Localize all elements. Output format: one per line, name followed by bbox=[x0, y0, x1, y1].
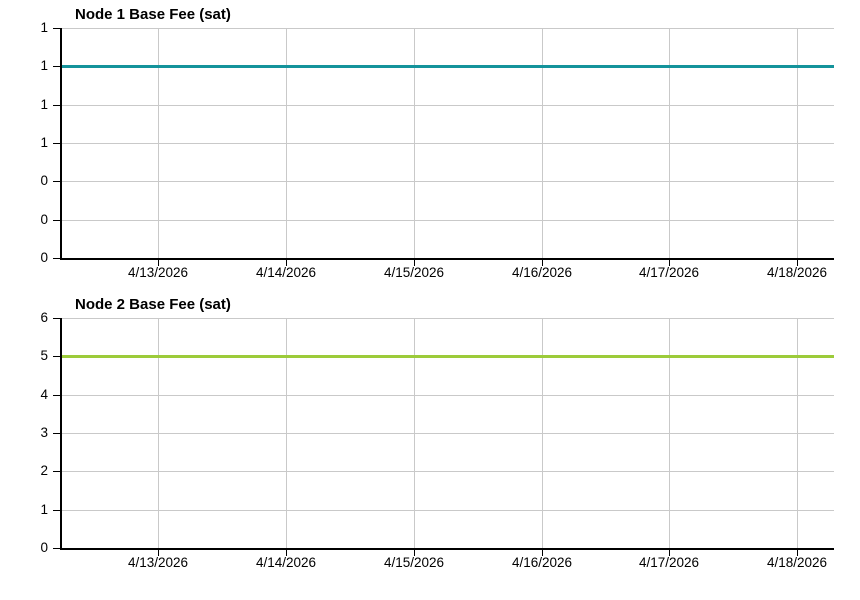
x-tick bbox=[158, 550, 159, 556]
x-gridline bbox=[797, 318, 798, 548]
y-gridline bbox=[62, 471, 834, 472]
x-tick bbox=[414, 550, 415, 556]
y-tick bbox=[53, 181, 60, 182]
x-tick bbox=[669, 550, 670, 556]
chart-node1-base-fee: Node 1 Base Fee (sat) 11110004/13/20264/… bbox=[0, 0, 860, 290]
y-tick-label: 3 bbox=[0, 425, 48, 441]
x-gridline bbox=[158, 28, 159, 258]
y-tick bbox=[53, 105, 60, 106]
y-gridline bbox=[62, 318, 834, 319]
y-tick-label: 4 bbox=[0, 387, 48, 403]
chart-title-node1: Node 1 Base Fee (sat) bbox=[75, 6, 231, 23]
x-tick bbox=[542, 260, 543, 266]
x-tick bbox=[797, 260, 798, 266]
x-gridline bbox=[414, 28, 415, 258]
x-tick-label: 4/15/2026 bbox=[364, 265, 464, 281]
x-gridline bbox=[286, 28, 287, 258]
x-tick bbox=[669, 260, 670, 266]
x-tick-label: 4/17/2026 bbox=[619, 265, 719, 281]
y-gridline bbox=[62, 510, 834, 511]
x-tick-label: 4/15/2026 bbox=[364, 555, 464, 571]
y-tick-label: 5 bbox=[0, 348, 48, 364]
x-tick bbox=[158, 260, 159, 266]
x-tick-label: 4/18/2026 bbox=[747, 555, 847, 571]
plot-area-node1: 11110004/13/20264/14/20264/15/20264/16/2… bbox=[62, 28, 834, 258]
x-gridline bbox=[669, 318, 670, 548]
y-tick bbox=[53, 28, 60, 29]
y-axis bbox=[60, 28, 62, 260]
x-tick bbox=[797, 550, 798, 556]
y-gridline bbox=[62, 395, 834, 396]
y-tick-label: 0 bbox=[0, 212, 48, 228]
x-tick bbox=[286, 550, 287, 556]
x-tick-label: 4/14/2026 bbox=[236, 555, 336, 571]
chart-node2-base-fee: Node 2 Base Fee (sat) 65432104/13/20264/… bbox=[0, 290, 860, 600]
y-tick bbox=[53, 471, 60, 472]
x-gridline bbox=[542, 28, 543, 258]
series-line-node-1-base-fee-sat- bbox=[62, 65, 834, 68]
y-tick-label: 1 bbox=[0, 58, 48, 74]
x-tick-label: 4/14/2026 bbox=[236, 265, 336, 281]
x-gridline bbox=[414, 318, 415, 548]
y-tick bbox=[53, 318, 60, 319]
x-gridline bbox=[286, 318, 287, 548]
y-tick-label: 1 bbox=[0, 135, 48, 151]
y-tick bbox=[53, 143, 60, 144]
x-gridline bbox=[669, 28, 670, 258]
x-tick bbox=[286, 260, 287, 266]
y-tick bbox=[53, 548, 60, 549]
x-tick-label: 4/17/2026 bbox=[619, 555, 719, 571]
y-gridline bbox=[62, 143, 834, 144]
y-gridline bbox=[62, 28, 834, 29]
y-tick-label: 1 bbox=[0, 502, 48, 518]
y-tick bbox=[53, 66, 60, 67]
x-tick bbox=[414, 260, 415, 266]
x-axis bbox=[60, 258, 834, 260]
chart-title-node2: Node 2 Base Fee (sat) bbox=[75, 296, 231, 313]
series-line-node-2-base-fee-sat- bbox=[62, 355, 834, 358]
y-axis bbox=[60, 318, 62, 550]
x-gridline bbox=[797, 28, 798, 258]
y-tick bbox=[53, 433, 60, 434]
y-tick-label: 0 bbox=[0, 540, 48, 556]
y-tick bbox=[53, 258, 60, 259]
x-tick-label: 4/16/2026 bbox=[492, 555, 592, 571]
y-tick bbox=[53, 510, 60, 511]
x-tick-label: 4/13/2026 bbox=[108, 265, 208, 281]
plot-area-node2: 65432104/13/20264/14/20264/15/20264/16/2… bbox=[62, 318, 834, 548]
x-tick bbox=[542, 550, 543, 556]
charts-page: Node 1 Base Fee (sat) 11110004/13/20264/… bbox=[0, 0, 860, 600]
x-tick-label: 4/13/2026 bbox=[108, 555, 208, 571]
y-gridline bbox=[62, 105, 834, 106]
y-tick bbox=[53, 220, 60, 221]
y-tick-label: 6 bbox=[0, 310, 48, 326]
y-gridline bbox=[62, 220, 834, 221]
y-tick-label: 0 bbox=[0, 173, 48, 189]
y-tick-label: 2 bbox=[0, 463, 48, 479]
x-tick-label: 4/18/2026 bbox=[747, 265, 847, 281]
y-tick bbox=[53, 395, 60, 396]
y-gridline bbox=[62, 433, 834, 434]
y-tick-label: 1 bbox=[0, 20, 48, 36]
x-tick-label: 4/16/2026 bbox=[492, 265, 592, 281]
x-axis bbox=[60, 548, 834, 550]
y-tick bbox=[53, 356, 60, 357]
x-gridline bbox=[542, 318, 543, 548]
x-gridline bbox=[158, 318, 159, 548]
y-gridline bbox=[62, 181, 834, 182]
y-tick-label: 1 bbox=[0, 97, 48, 113]
y-tick-label: 0 bbox=[0, 250, 48, 266]
